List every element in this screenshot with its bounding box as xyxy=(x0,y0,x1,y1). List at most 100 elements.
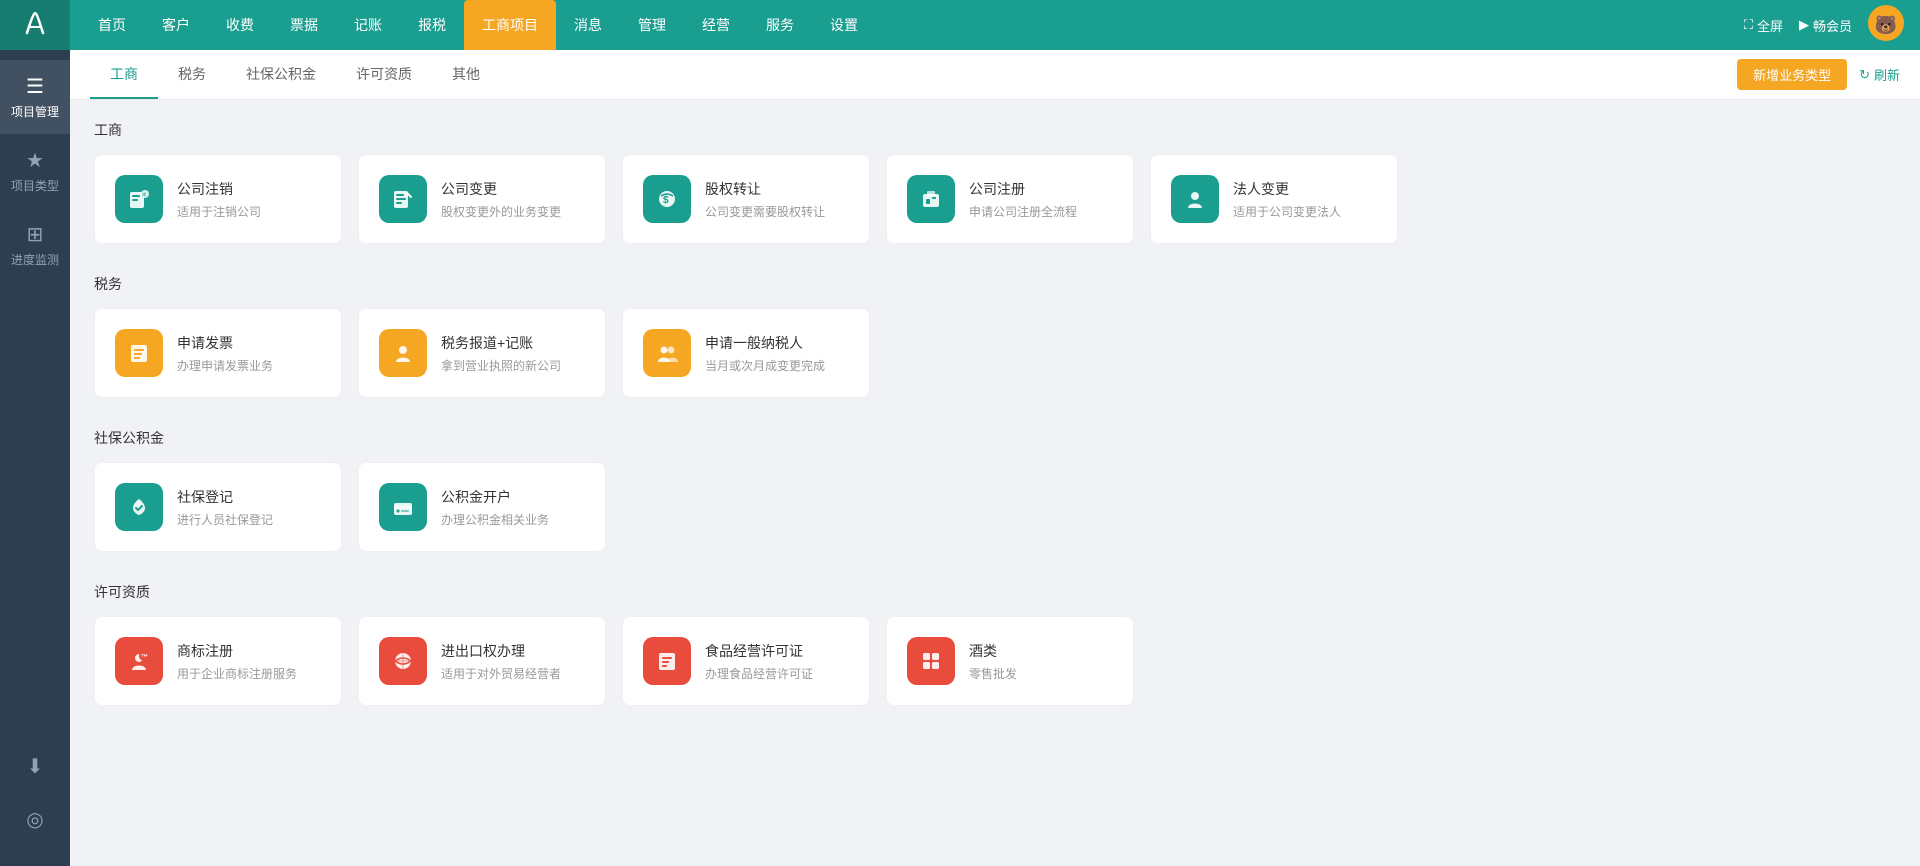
svg-text:™: ™ xyxy=(141,654,148,661)
nav-client[interactable]: 客户 xyxy=(144,0,208,50)
card-icon-legal-change xyxy=(1171,175,1219,223)
card-social-register[interactable]: 社保登记 进行人员社保登记 xyxy=(94,462,342,552)
section-title-industry: 工商 xyxy=(94,120,1896,140)
card-desc-social-register: 进行人员社保登记 xyxy=(177,511,321,528)
card-desc-company-cancel: 适用于注销公司 xyxy=(177,203,321,220)
sidebar-item-project-manage[interactable]: ☰ 项目管理 xyxy=(0,60,70,134)
sidebar-download-btn[interactable]: ⬇ xyxy=(0,740,70,793)
card-icon-fund-open xyxy=(379,483,427,531)
nav-right: ⛶ 全屏 ▶ 畅会员 🐻 xyxy=(1744,5,1920,46)
card-icon-company-register xyxy=(907,175,955,223)
nav-tax[interactable]: 报税 xyxy=(400,0,464,50)
card-title-company-cancel: 公司注销 xyxy=(177,179,321,199)
nav-setting[interactable]: 设置 xyxy=(812,0,876,50)
card-desc-tax-report: 拿到营业执照的新公司 xyxy=(441,357,585,374)
card-fund-open[interactable]: 公积金开户 办理公积金相关业务 xyxy=(358,462,606,552)
card-general-taxpayer[interactable]: 申请一般纳税人 当月或次月成变更完成 xyxy=(622,308,870,398)
card-icon-company-cancel: ✕ xyxy=(115,175,163,223)
card-text-general-taxpayer: 申请一般纳税人 当月或次月成变更完成 xyxy=(705,333,849,374)
tab-tax[interactable]: 税务 xyxy=(158,50,226,99)
card-icon-trademark: ™ xyxy=(115,637,163,685)
card-desc-import-export: 适用于对外贸易经营者 xyxy=(441,665,585,682)
nav-operation[interactable]: 经营 xyxy=(684,0,748,50)
card-title-company-register: 公司注册 xyxy=(969,179,1113,199)
card-title-food-license: 食品经营许可证 xyxy=(705,641,849,661)
card-legal-change[interactable]: 法人变更 适用于公司变更法人 xyxy=(1150,154,1398,244)
card-equity-transfer[interactable]: $ 股权转让 公司变更需要股权转让 xyxy=(622,154,870,244)
card-company-change[interactable]: 公司变更 股权变更外的业务变更 xyxy=(358,154,606,244)
card-text-import-export: 进出口权办理 适用于对外贸易经营者 xyxy=(441,641,585,682)
card-icon-social-register xyxy=(115,483,163,531)
card-title-social-register: 社保登记 xyxy=(177,487,321,507)
nav-account[interactable]: 记账 xyxy=(336,0,400,50)
nav-service[interactable]: 服务 xyxy=(748,0,812,50)
card-title-tax-report: 税务报道+记账 xyxy=(441,333,585,353)
card-title-general-taxpayer: 申请一般纳税人 xyxy=(705,333,849,353)
member-icon: ▶ xyxy=(1799,17,1809,33)
card-title-alcohol: 酒类 xyxy=(969,641,1113,661)
tab-other[interactable]: 其他 xyxy=(432,50,500,99)
card-desc-alcohol: 零售批发 xyxy=(969,665,1113,682)
sidebar-item-progress[interactable]: ⊞ 进度监测 xyxy=(0,208,70,282)
card-icon-import-export xyxy=(379,637,427,685)
card-text-company-register: 公司注册 申请公司注册全流程 xyxy=(969,179,1113,220)
sidebar: ☰ 项目管理 ★ 项目类型 ⊞ 进度监测 ⬇ ◎ xyxy=(0,50,70,866)
card-title-import-export: 进出口权办理 xyxy=(441,641,585,661)
svg-text:🐻: 🐻 xyxy=(1875,14,1897,35)
tab-social-fund[interactable]: 社保公积金 xyxy=(226,50,336,99)
card-desc-trademark: 用于企业商标注册服务 xyxy=(177,665,321,682)
top-nav: 首页 客户 收费 票据 记账 报税 工商项目 消息 管理 经营 服务 设置 ⛶ … xyxy=(0,0,1920,50)
refresh-button[interactable]: ↻ 刷新 xyxy=(1859,65,1900,84)
tab-license[interactable]: 许可资质 xyxy=(336,50,432,99)
tab-bar: 工商 税务 社保公积金 许可资质 其他 新增业务类型 ↻ 刷新 xyxy=(70,50,1920,100)
card-tax-report[interactable]: 税务报道+记账 拿到营业执照的新公司 xyxy=(358,308,606,398)
tab-bar-left: 工商 税务 社保公积金 许可资质 其他 xyxy=(90,50,1737,99)
card-title-invoice: 申请发票 xyxy=(177,333,321,353)
nav-bill[interactable]: 票据 xyxy=(272,0,336,50)
star-icon: ★ xyxy=(26,148,44,173)
card-text-alcohol: 酒类 零售批发 xyxy=(969,641,1113,682)
nav-home[interactable]: 首页 xyxy=(80,0,144,50)
content-scroll[interactable]: 工商 ✕ 公司注销 适用于注销公司 xyxy=(70,100,1920,866)
card-grid-tax: 申请发票 办理申请发票业务 税务报道+记账 拿到营业执照的新公司 xyxy=(94,308,1896,398)
content-area: 工商 税务 社保公积金 许可资质 其他 新增业务类型 ↻ 刷新 工商 xyxy=(70,50,1920,866)
card-text-company-change: 公司变更 股权变更外的业务变更 xyxy=(441,179,585,220)
card-desc-invoice: 办理申请发票业务 xyxy=(177,357,321,374)
member-btn[interactable]: ▶ 畅会员 xyxy=(1799,16,1852,35)
card-import-export[interactable]: 进出口权办理 适用于对外贸易经营者 xyxy=(358,616,606,706)
nav-message[interactable]: 消息 xyxy=(556,0,620,50)
sidebar-bottom: ⬇ ◎ xyxy=(0,740,70,866)
card-company-register[interactable]: 公司注册 申请公司注册全流程 xyxy=(886,154,1134,244)
tab-bar-right: 新增业务类型 ↻ 刷新 xyxy=(1737,59,1900,90)
svg-text:$: $ xyxy=(663,195,669,206)
new-type-button[interactable]: 新增业务类型 xyxy=(1737,59,1847,90)
nav-manage[interactable]: 管理 xyxy=(620,0,684,50)
fullscreen-btn[interactable]: ⛶ 全屏 xyxy=(1744,16,1783,35)
card-title-legal-change: 法人变更 xyxy=(1233,179,1377,199)
card-text-trademark: 商标注册 用于企业商标注册服务 xyxy=(177,641,321,682)
section-title-social: 社保公积金 xyxy=(94,428,1896,448)
sidebar-settings-btn[interactable]: ◎ xyxy=(0,793,70,846)
card-food-license[interactable]: 食品经营许可证 办理食品经营许可证 xyxy=(622,616,870,706)
svg-text:✕: ✕ xyxy=(141,192,147,199)
card-alcohol[interactable]: 酒类 零售批发 xyxy=(886,616,1134,706)
nav-fee[interactable]: 收费 xyxy=(208,0,272,50)
tab-industry[interactable]: 工商 xyxy=(90,50,158,99)
avatar: 🐻 xyxy=(1868,5,1904,46)
card-company-cancel[interactable]: ✕ 公司注销 适用于注销公司 xyxy=(94,154,342,244)
nav-industry[interactable]: 工商项目 xyxy=(464,0,556,50)
refresh-icon: ↻ xyxy=(1859,67,1870,83)
card-title-equity-transfer: 股权转让 xyxy=(705,179,849,199)
download-icon: ⬇ xyxy=(27,754,44,779)
card-invoice[interactable]: 申请发票 办理申请发票业务 xyxy=(94,308,342,398)
card-icon-invoice xyxy=(115,329,163,377)
section-title-license: 许可资质 xyxy=(94,582,1896,602)
card-desc-equity-transfer: 公司变更需要股权转让 xyxy=(705,203,849,220)
sidebar-item-project-type[interactable]: ★ 项目类型 xyxy=(0,134,70,208)
card-desc-general-taxpayer: 当月或次月成变更完成 xyxy=(705,357,849,374)
card-icon-company-change xyxy=(379,175,427,223)
card-trademark[interactable]: ™ 商标注册 用于企业商标注册服务 xyxy=(94,616,342,706)
card-text-invoice: 申请发票 办理申请发票业务 xyxy=(177,333,321,374)
card-icon-equity-transfer: $ xyxy=(643,175,691,223)
grid-icon: ⊞ xyxy=(27,222,44,247)
